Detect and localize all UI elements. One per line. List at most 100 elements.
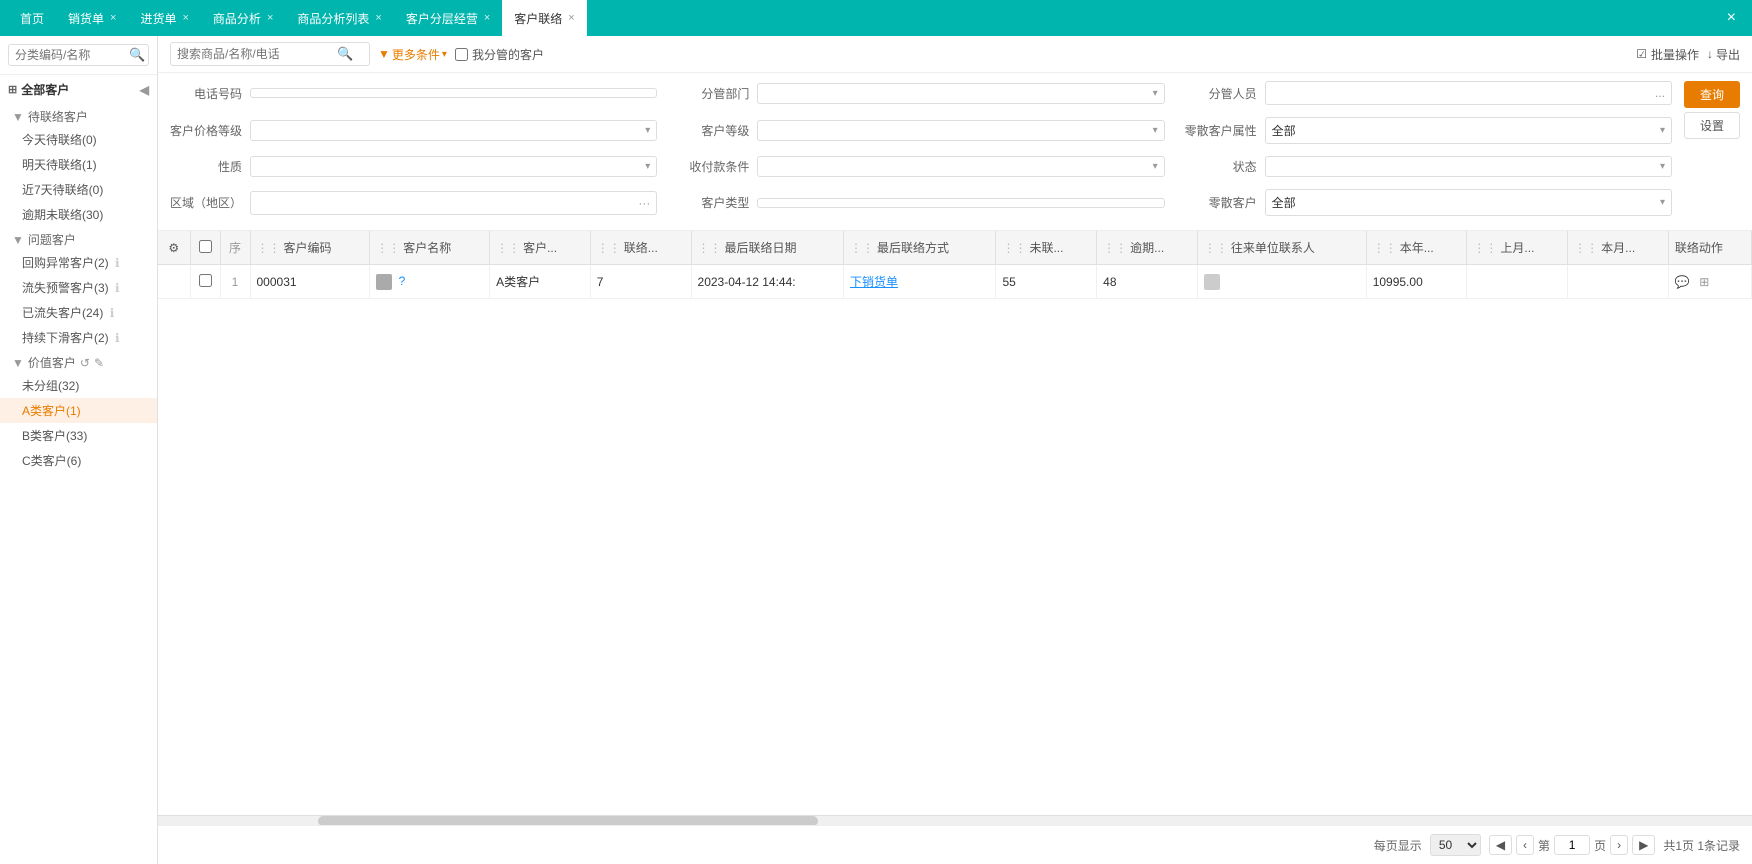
- action-link-icon[interactable]: ⊞: [1699, 275, 1709, 289]
- col-last-month[interactable]: ⋮⋮上月...: [1467, 231, 1568, 265]
- payment-arrow: ▾: [1153, 161, 1158, 172]
- nav-customer-contact[interactable]: 客户联络 ×: [502, 0, 586, 36]
- region-input[interactable]: ···: [250, 191, 657, 215]
- filter-nature: 性质 ▾: [170, 156, 657, 177]
- nav-product-list[interactable]: 商品分析列表 ×: [285, 0, 393, 36]
- sidebar-item-today[interactable]: 今天待联络(0): [0, 127, 157, 152]
- page-number-input[interactable]: [1554, 835, 1590, 855]
- settings-button[interactable]: 设置: [1684, 112, 1740, 139]
- sidebar-search-input[interactable]: [8, 44, 149, 66]
- col-this-month[interactable]: ⋮⋮本月...: [1568, 231, 1669, 265]
- nav-product-analysis[interactable]: 商品分析 ×: [201, 0, 285, 36]
- col-settings[interactable]: ⚙: [158, 231, 190, 265]
- cell-overdue: 48: [1097, 265, 1198, 299]
- prev-page-button[interactable]: ‹: [1516, 835, 1534, 855]
- sidebar-item-typeA[interactable]: A类客户(1): [0, 398, 157, 423]
- nav-customer-tier[interactable]: 客户分层经营 ×: [394, 0, 502, 36]
- grid-icon: ⊞: [8, 83, 17, 96]
- sidebar-item-repurchase[interactable]: 回购异常客户(2) ℹ: [0, 250, 157, 275]
- cell-last-month: [1467, 265, 1568, 299]
- col-contact-person[interactable]: ⋮⋮往来单位联系人: [1197, 231, 1366, 265]
- more-conditions-button[interactable]: ▼ 更多条件 ▾: [378, 46, 447, 63]
- filter-region: 区域（地区） ···: [170, 191, 657, 215]
- nature-dropdown[interactable]: ▾: [250, 156, 657, 177]
- first-page-button[interactable]: ◀: [1489, 835, 1512, 855]
- sidebar-item-ungroup[interactable]: 未分组(32): [0, 373, 157, 398]
- filter-row-2: 客户价格等级 ▾ 客户等级 ▾: [170, 117, 1672, 144]
- help-icon-churn: ℹ: [115, 281, 120, 295]
- search-button[interactable]: 查询: [1684, 81, 1740, 108]
- col-type[interactable]: ⋮⋮客户...: [490, 231, 591, 265]
- filter-status: 状态 ▾: [1185, 156, 1672, 177]
- edit-icon[interactable]: ✎: [94, 356, 104, 370]
- manager-input[interactable]: ...: [1265, 81, 1672, 105]
- dept-dropdown[interactable]: ▾: [757, 83, 1164, 104]
- global-close-button[interactable]: ×: [1719, 9, 1744, 27]
- status-dropdown[interactable]: ▾: [1265, 156, 1672, 177]
- sidebar-item-overdue[interactable]: 逾期未联络(30): [0, 202, 157, 227]
- nav-product-list-close[interactable]: ×: [375, 12, 381, 24]
- nav-customer-contact-close[interactable]: ×: [568, 12, 574, 24]
- phone-input[interactable]: [250, 88, 657, 98]
- filter-row-1: 电话号码 分管部门 ▾ 分管人员: [170, 81, 1672, 105]
- refresh-icon[interactable]: ↺: [80, 356, 90, 370]
- pagination-bar: 每页显示 50 100 200 ◀ ‹ 第 页 › ▶ 共1页 1条记录: [158, 825, 1752, 864]
- per-page-select[interactable]: 50 100 200: [1430, 834, 1481, 856]
- table-header-row: ⚙ 序 ⋮⋮客户编码 ⋮⋮客户名称 ⋮⋮客户... ⋮⋮联络... ⋮⋮最后联络…: [158, 231, 1752, 265]
- all-customers-header: ⊞ 全部客户 ◀: [0, 75, 157, 104]
- sidebar-item-declining[interactable]: 持续下滑客户(2) ℹ: [0, 325, 157, 350]
- filter-retail-attr: 零散客户属性 全部 ▾: [1185, 117, 1672, 144]
- nav-customer-tier-close[interactable]: ×: [484, 12, 490, 24]
- select-all-checkbox[interactable]: [199, 240, 212, 253]
- col-name[interactable]: ⋮⋮客户名称: [370, 231, 490, 265]
- payment-dropdown[interactable]: ▾: [757, 156, 1164, 177]
- action-message-icon[interactable]: 💬: [1675, 275, 1690, 289]
- col-this-year[interactable]: ⋮⋮本年...: [1366, 231, 1467, 265]
- col-last-date[interactable]: ⋮⋮最后联络日期: [691, 231, 843, 265]
- sidebar-collapse-icon[interactable]: ◀: [140, 83, 149, 97]
- batch-ops-button[interactable]: ☑ 批量操作: [1636, 46, 1699, 63]
- group-arrow-pending: ▼: [12, 110, 24, 124]
- retail-customer-dropdown[interactable]: 全部 ▾: [1265, 189, 1672, 216]
- nav-purchase[interactable]: 进货单 ×: [128, 0, 200, 36]
- customer-level-dropdown[interactable]: ▾: [757, 120, 1164, 141]
- col-contact[interactable]: ⋮⋮联络...: [590, 231, 691, 265]
- nav-sales[interactable]: 销货单 ×: [56, 0, 128, 36]
- page-navigation: ◀ ‹ 第 页 › ▶: [1489, 835, 1656, 855]
- filter-customer-level: 客户等级 ▾: [677, 120, 1164, 141]
- cell-type: A类客户: [490, 265, 591, 299]
- col-code[interactable]: ⋮⋮客户编码: [250, 231, 370, 265]
- retail-attr-dropdown[interactable]: 全部 ▾: [1265, 117, 1672, 144]
- sidebar-item-typeB[interactable]: B类客户(33): [0, 423, 157, 448]
- nav-sales-close[interactable]: ×: [110, 12, 116, 24]
- filter-panel: 电话号码 分管部门 ▾ 分管人员: [158, 73, 1752, 231]
- sidebar-item-lost[interactable]: 已流失客户(24) ℹ: [0, 300, 157, 325]
- sidebar-item-tomorrow[interactable]: 明天待联络(1): [0, 152, 157, 177]
- cell-last-method[interactable]: 下销货单: [843, 265, 995, 299]
- nav-purchase-close[interactable]: ×: [182, 12, 188, 24]
- col-not-contact[interactable]: ⋮⋮未联...: [996, 231, 1097, 265]
- col-overdue[interactable]: ⋮⋮逾期...: [1097, 231, 1198, 265]
- cell-this-year: 10995.00: [1366, 265, 1467, 299]
- col-last-method[interactable]: ⋮⋮最后联络方式: [843, 231, 995, 265]
- customer-type-input[interactable]: [757, 198, 1164, 208]
- price-level-dropdown[interactable]: ▾: [250, 120, 657, 141]
- horizontal-scrollbar[interactable]: [158, 815, 1752, 825]
- next-page-button[interactable]: ›: [1610, 835, 1628, 855]
- problem-customer-group: ▼ 问题客户: [0, 227, 157, 250]
- price-level-arrow: ▾: [645, 125, 650, 136]
- row-checkbox[interactable]: [199, 274, 212, 287]
- group-arrow-problem: ▼: [12, 233, 24, 247]
- col-checkbox: [190, 231, 220, 265]
- sidebar-item-typeC[interactable]: C类客户(6): [0, 448, 157, 473]
- nav-product-analysis-close[interactable]: ×: [267, 12, 273, 24]
- sidebar-item-churn[interactable]: 流失预警客户(3) ℹ: [0, 275, 157, 300]
- filter-search-input[interactable]: [177, 47, 337, 61]
- my-customers-checkbox[interactable]: [455, 48, 468, 61]
- region-ellipsis: ···: [638, 196, 650, 210]
- last-page-button[interactable]: ▶: [1632, 835, 1655, 855]
- nav-home[interactable]: 首页: [8, 0, 56, 36]
- sidebar-item-week[interactable]: 近7天待联络(0): [0, 177, 157, 202]
- cell-name[interactable]: ?: [370, 265, 490, 299]
- export-button[interactable]: ↓ 导出: [1707, 46, 1740, 63]
